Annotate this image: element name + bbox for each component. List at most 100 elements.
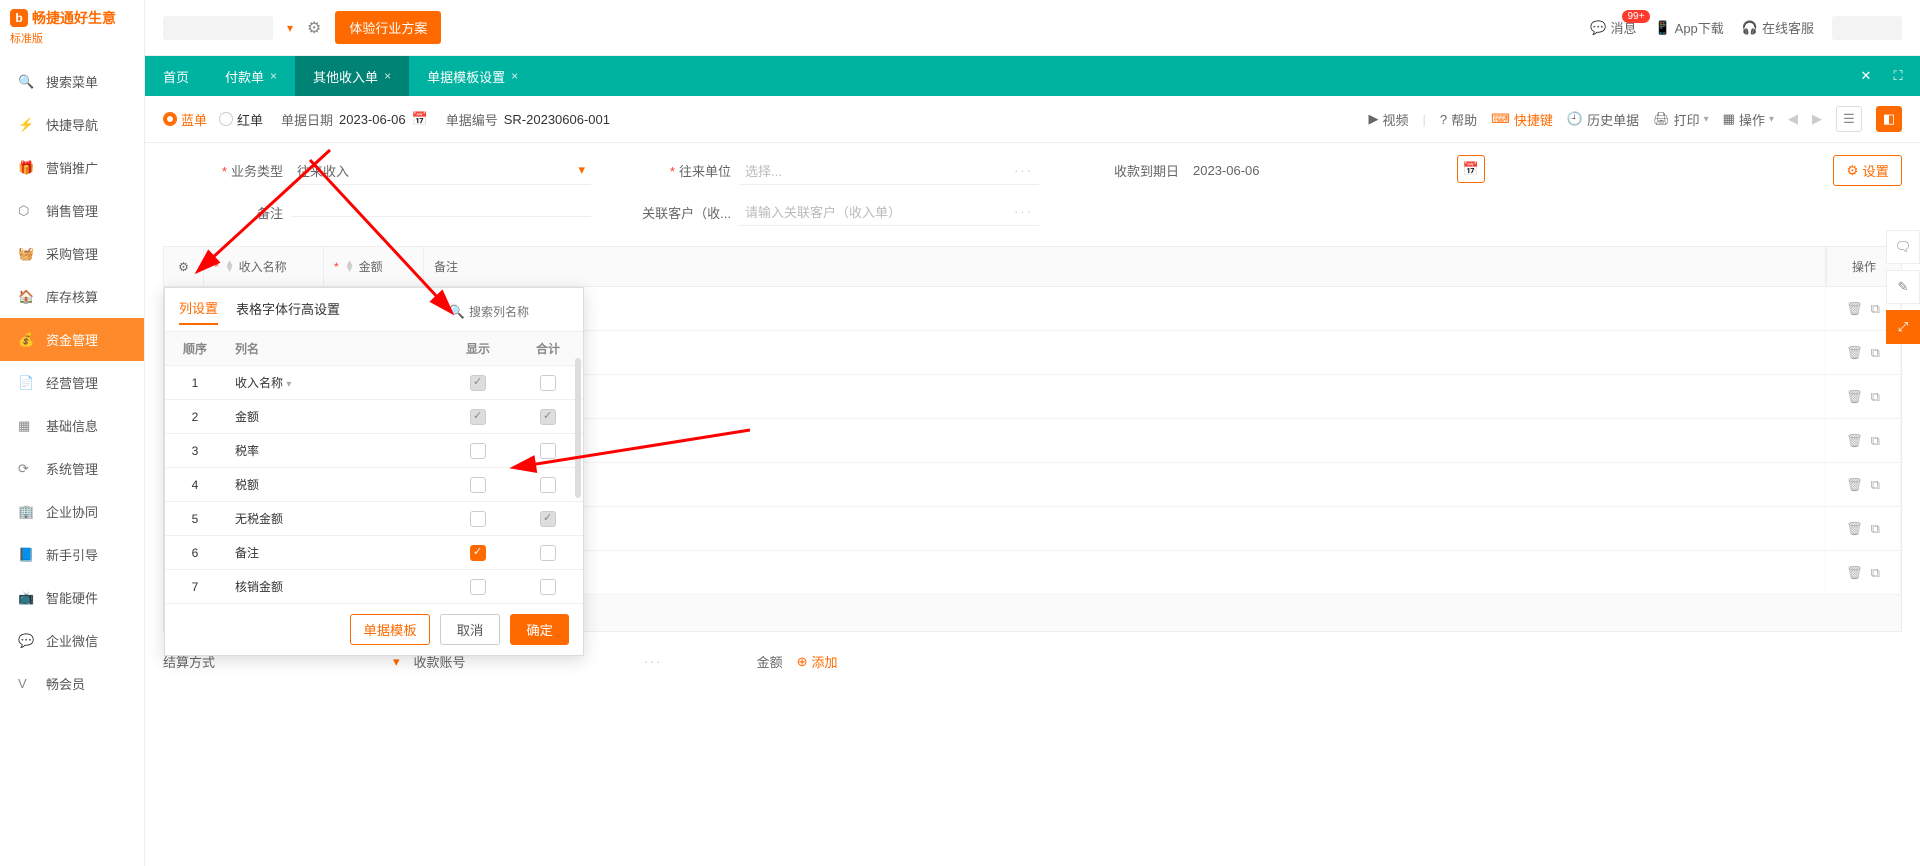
sidebar-item-5[interactable]: 🏠库存核算 xyxy=(0,275,144,318)
tab-close-icon[interactable]: × xyxy=(511,69,518,83)
copy-row-icon[interactable]: ⧉ xyxy=(1871,521,1880,537)
relation-label: 关联客户（收... xyxy=(611,203,731,222)
copy-row-icon[interactable]: ⧉ xyxy=(1871,301,1880,317)
sidebar-item-1[interactable]: ⚡快捷导航 xyxy=(0,103,144,146)
checkbox[interactable] xyxy=(540,579,556,595)
unit-select[interactable]: 选择... ··· xyxy=(739,157,1039,185)
settings-button[interactable]: ⚙设置 xyxy=(1833,155,1902,186)
popover-scrollbar[interactable] xyxy=(575,358,581,498)
checkbox[interactable] xyxy=(470,375,486,391)
copy-row-icon[interactable]: ⧉ xyxy=(1871,433,1880,449)
delete-row-icon[interactable]: 🗑 xyxy=(1846,345,1863,361)
sidebar-item-4[interactable]: 🧺采购管理 xyxy=(0,232,144,275)
red-doc-radio[interactable]: 红单 xyxy=(219,110,263,129)
delete-row-icon[interactable]: 🗑 xyxy=(1846,477,1863,493)
delete-row-icon[interactable]: 🗑 xyxy=(1846,521,1863,537)
checkbox[interactable] xyxy=(540,443,556,459)
sidebar-item-6[interactable]: 💰资金管理 xyxy=(0,318,144,361)
biz-type-select[interactable]: 往来收入 ▾ xyxy=(291,157,591,185)
settle-account-select[interactable] xyxy=(480,661,630,662)
next-doc-icon[interactable]: ▶ xyxy=(1812,111,1822,127)
copy-row-icon[interactable]: ⧉ xyxy=(1871,565,1880,581)
col-income-name[interactable]: ▲▼收入名称 xyxy=(204,247,324,286)
calendar-picker-icon[interactable]: 📅 xyxy=(1457,155,1485,183)
checkbox[interactable] xyxy=(470,545,486,561)
col-amount[interactable]: ▲▼金额 xyxy=(324,247,424,286)
checkbox[interactable] xyxy=(540,375,556,391)
tab-2[interactable]: 其他收入单× xyxy=(295,56,409,96)
video-link[interactable]: ▶视频 xyxy=(1368,110,1408,129)
blue-doc-radio[interactable]: 蓝单 xyxy=(163,110,207,129)
delete-row-icon[interactable]: 🗑 xyxy=(1846,301,1863,317)
popover-tab-font[interactable]: 表格字体行高设置 xyxy=(236,299,340,324)
sidebar-item-3[interactable]: ⬡销售管理 xyxy=(0,189,144,232)
sidebar-item-13[interactable]: 💬企业微信 xyxy=(0,619,144,662)
checkbox[interactable] xyxy=(470,579,486,595)
checkbox[interactable] xyxy=(470,511,486,527)
template-button[interactable]: 单据模板 xyxy=(350,614,429,645)
service-link[interactable]: 🎧 在线客服 xyxy=(1742,18,1814,37)
help-link[interactable]: ?帮助 xyxy=(1440,110,1477,129)
sidebar-item-7[interactable]: 📄经营管理 xyxy=(0,361,144,404)
doc-date-value[interactable]: 2023-06-06 xyxy=(339,112,406,127)
settle-method-select[interactable] xyxy=(229,661,379,662)
cancel-button[interactable]: 取消 xyxy=(440,614,501,645)
float-expand-icon[interactable]: ⤢ xyxy=(1886,310,1920,344)
calendar-icon[interactable]: 📅 xyxy=(412,111,428,127)
checkbox[interactable] xyxy=(540,511,556,527)
float-note-icon[interactable]: 🗨 xyxy=(1886,230,1920,264)
user-area[interactable] xyxy=(1832,16,1902,40)
confirm-button[interactable]: 确定 xyxy=(510,614,569,645)
sidebar-item-11[interactable]: 📘新手引导 xyxy=(0,533,144,576)
checkbox[interactable] xyxy=(540,409,556,425)
more-icon[interactable]: ··· xyxy=(644,654,663,669)
copy-row-icon[interactable]: ⧉ xyxy=(1871,477,1880,493)
layout-list-icon[interactable]: ☰ xyxy=(1836,106,1862,132)
download-link[interactable]: 📱 App下载 xyxy=(1654,18,1723,37)
org-caret-icon[interactable]: ▾ xyxy=(287,21,293,35)
due-date-input[interactable]: 2023-06-06 xyxy=(1187,159,1437,182)
popover-tab-columns[interactable]: 列设置 xyxy=(179,298,218,325)
sidebar-item-10[interactable]: 🏢企业协同 xyxy=(0,490,144,533)
print-link[interactable]: 🖨打印▾ xyxy=(1653,110,1709,129)
checkbox[interactable] xyxy=(470,443,486,459)
org-selector[interactable] xyxy=(163,16,273,40)
add-settlement-button[interactable]: ⊕添加 xyxy=(797,652,838,671)
action-link[interactable]: ▦操作▾ xyxy=(1723,110,1774,129)
relation-select[interactable]: 请输入关联客户（收入单） ··· xyxy=(739,198,1039,226)
sidebar-item-0[interactable]: 🔍搜索菜单 xyxy=(0,60,144,103)
tab-3[interactable]: 单据模板设置× xyxy=(409,56,536,96)
tab-close-icon[interactable]: × xyxy=(270,69,277,83)
copy-row-icon[interactable]: ⧉ xyxy=(1871,389,1880,405)
column-settings-trigger[interactable]: ⚙ xyxy=(164,247,204,286)
checkbox[interactable] xyxy=(540,477,556,493)
sidebar-item-9[interactable]: ⟳系统管理 xyxy=(0,447,144,490)
float-edit-icon[interactable]: ✎ xyxy=(1886,270,1920,304)
remark-input[interactable] xyxy=(291,208,591,217)
gear-icon[interactable]: ⚙ xyxy=(307,18,321,38)
checkbox[interactable] xyxy=(470,477,486,493)
checkbox[interactable] xyxy=(540,545,556,561)
delete-row-icon[interactable]: 🗑 xyxy=(1846,433,1863,449)
sidebar-item-2[interactable]: 🎁营销推广 xyxy=(0,146,144,189)
shortcut-link[interactable]: ⌨快捷键 xyxy=(1491,110,1553,129)
layout-card-icon[interactable]: ◧ xyxy=(1876,106,1902,132)
sidebar-item-8[interactable]: ▦基础信息 xyxy=(0,404,144,447)
tab-0[interactable]: 首页 xyxy=(145,56,207,96)
industry-plan-button[interactable]: 体验行业方案 xyxy=(335,11,441,44)
history-link[interactable]: 🕘历史单据 xyxy=(1567,110,1639,129)
message-link[interactable]: 💬 消息 99+ xyxy=(1590,18,1636,37)
tab-close-all-icon[interactable]: ✕ xyxy=(1852,62,1880,90)
checkbox[interactable] xyxy=(470,409,486,425)
popover-search-input[interactable] xyxy=(469,305,569,319)
sidebar-item-14[interactable]: V畅会员 xyxy=(0,662,144,705)
sidebar-item-12[interactable]: 📺智能硬件 xyxy=(0,576,144,619)
copy-row-icon[interactable]: ⧉ xyxy=(1871,345,1880,361)
delete-row-icon[interactable]: 🗑 xyxy=(1846,389,1863,405)
delete-row-icon[interactable]: 🗑 xyxy=(1846,565,1863,581)
popover-search[interactable]: 🔍 xyxy=(449,304,569,320)
prev-doc-icon[interactable]: ◀ xyxy=(1788,111,1798,127)
tab-close-icon[interactable]: × xyxy=(384,69,391,83)
tab-1[interactable]: 付款单× xyxy=(207,56,295,96)
tab-expand-icon[interactable]: ⛶ xyxy=(1884,62,1912,90)
